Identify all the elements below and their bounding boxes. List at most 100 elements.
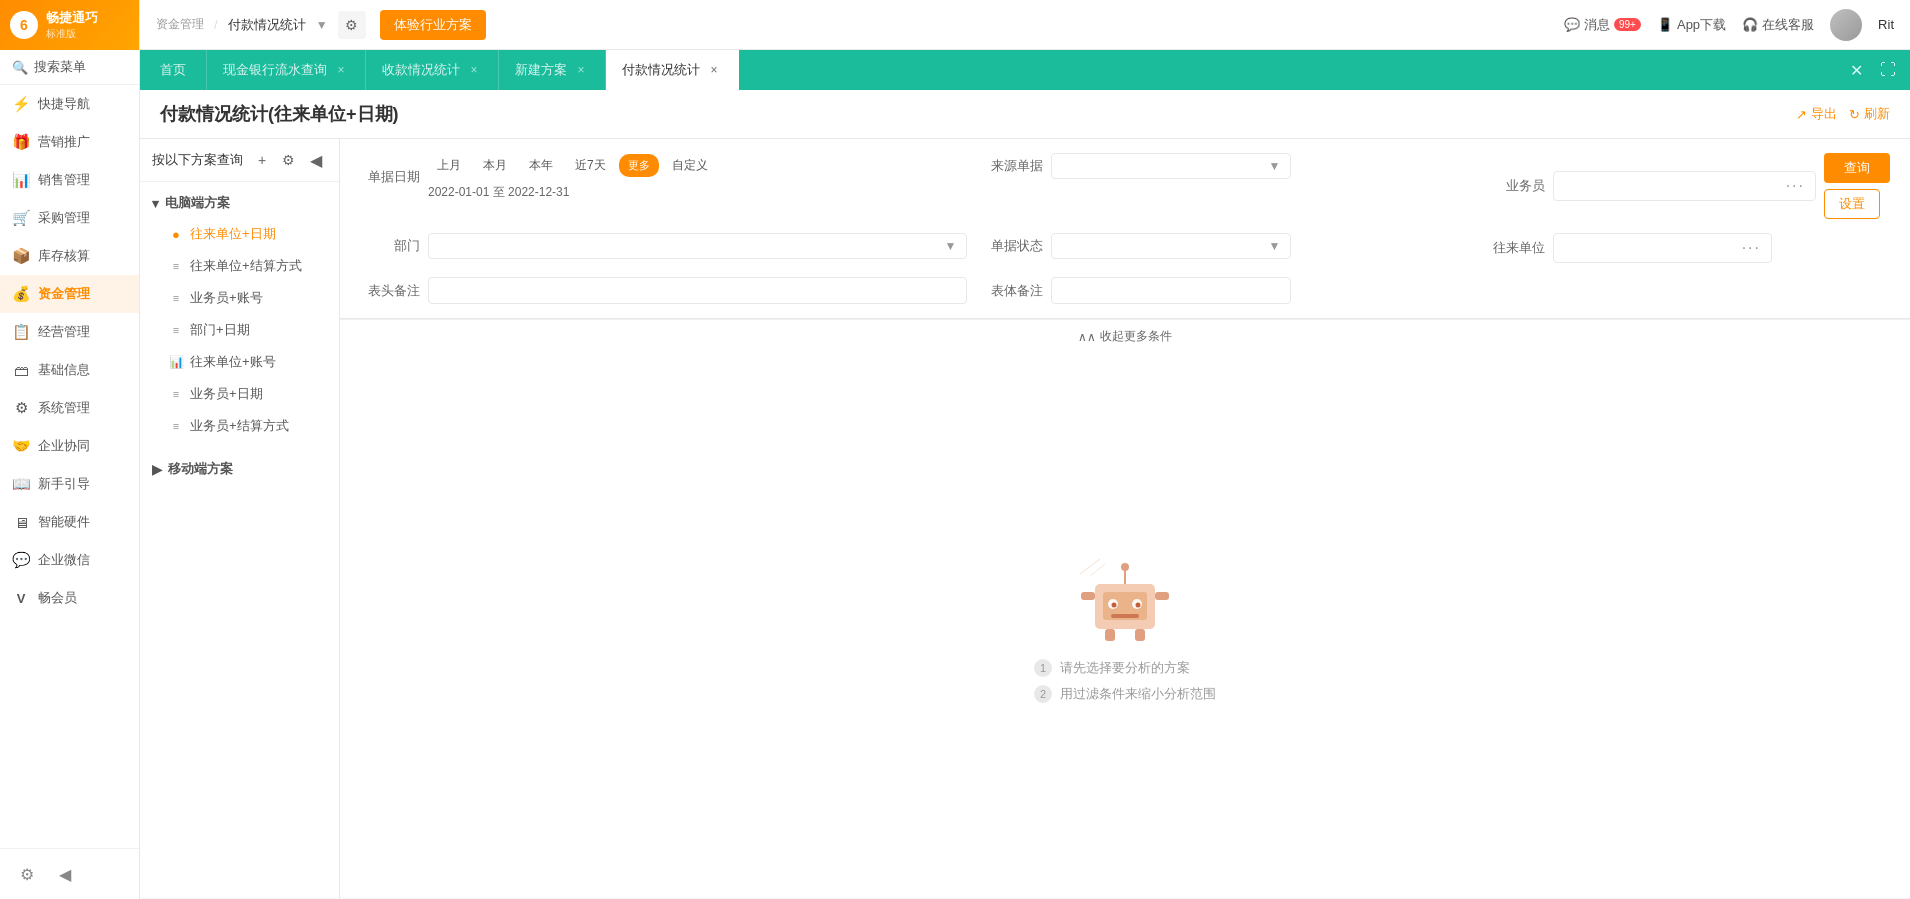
tip-num-2: 2	[1034, 685, 1052, 703]
right-panel: 单据日期 上月 本月 本年 近7天 更多 自定义 20	[340, 139, 1910, 898]
sidebar-collapse-button[interactable]: ◀	[50, 859, 80, 889]
sidebar-item-enterprise[interactable]: 🤝 企业协同	[0, 427, 139, 465]
sidebar-item-marketing[interactable]: 🎁 营销推广	[0, 123, 139, 161]
online-service-button[interactable]: 🎧 在线客服	[1742, 16, 1814, 34]
left-panel-collapse-button[interactable]: ◀	[305, 149, 327, 171]
status-select[interactable]: ▼	[1051, 233, 1291, 259]
sidebar-item-hardware[interactable]: 🖥 智能硬件	[0, 503, 139, 541]
query-button[interactable]: 查询	[1824, 153, 1890, 183]
topbar-right: 💬 消息 99+ 📱 App下载 🎧 在线客服 Rit	[1564, 9, 1894, 41]
sidebar-item-purchase[interactable]: 🛒 采购管理	[0, 199, 139, 237]
collapse-more-button[interactable]: ∧∧ 收起更多条件	[340, 319, 1910, 353]
mobile-scheme-section-header[interactable]: ▶ 移动端方案	[140, 454, 339, 484]
date-btn-this-month[interactable]: 本月	[474, 153, 516, 178]
date-btn-last-month[interactable]: 上月	[428, 153, 470, 178]
finance-icon: 💰	[12, 285, 30, 303]
scheme-chart-icon: 📊	[168, 354, 184, 370]
dept-filter-group: 部门 ▼	[360, 233, 967, 259]
sidebar-item-vip[interactable]: V 畅会员	[0, 579, 139, 617]
sidebar-item-label: 经营管理	[38, 323, 90, 341]
tab-payment[interactable]: 付款情况统计 ×	[606, 50, 739, 90]
topbar: 资金管理 / 付款情况统计 ▼ ⚙ 体验行业方案 💬 消息 99+ 📱 App下…	[140, 0, 1910, 50]
message-button[interactable]: 💬 消息 99+	[1564, 16, 1641, 34]
tab-maximize-button[interactable]: ⛶	[1876, 58, 1900, 82]
app-download-button[interactable]: 📱 App下载	[1657, 16, 1726, 34]
scheme-item-staff-payment[interactable]: ≡ 业务员+结算方式	[140, 410, 339, 442]
body-note-label: 表体备注	[983, 282, 1043, 300]
mobile-scheme-arrow-icon: ▶	[152, 462, 162, 477]
sidebar-item-label: 库存核算	[38, 247, 90, 265]
tab-new-scheme-label: 新建方案	[515, 61, 567, 79]
sidebar-search-label: 搜索菜单	[34, 58, 86, 76]
partner-select[interactable]: ···	[1553, 233, 1772, 263]
sidebar-item-system[interactable]: ⚙ 系统管理	[0, 389, 139, 427]
sidebar-footer: ⚙ ◀	[0, 848, 139, 899]
user-avatar[interactable]	[1830, 9, 1862, 41]
scheme-settings-button[interactable]: ⚙	[277, 149, 299, 171]
scheme-item-staff-account[interactable]: ≡ 业务员+账号	[140, 282, 339, 314]
sidebar-item-inventory[interactable]: 📦 库存核算	[0, 237, 139, 275]
sidebar-item-operation[interactable]: 📋 经营管理	[0, 313, 139, 351]
scheme-item-icon: ≡	[168, 258, 184, 274]
add-scheme-button[interactable]: +	[251, 149, 273, 171]
sidebar-item-basic[interactable]: 🗃 基础信息	[0, 351, 139, 389]
tab-close-all-button[interactable]: ✕	[1844, 58, 1868, 82]
tab-cash-flow-close[interactable]: ×	[333, 62, 349, 78]
scheme-item-dept-date[interactable]: ≡ 部门+日期	[140, 314, 339, 346]
tab-new-scheme[interactable]: 新建方案 ×	[499, 50, 606, 90]
export-button[interactable]: ↗ 导出	[1796, 105, 1837, 123]
purchase-icon: 🛒	[12, 209, 30, 227]
system-icon: ⚙	[12, 399, 30, 417]
sidebar-item-label: 营销推广	[38, 133, 90, 151]
scheme-item-staff-date[interactable]: ≡ 业务员+日期	[140, 378, 339, 410]
sidebar-search[interactable]: 🔍 搜索菜单	[0, 50, 139, 85]
app-icon: 📱	[1657, 17, 1673, 32]
tab-receipt[interactable]: 收款情况统计 ×	[366, 50, 499, 90]
date-btn-more[interactable]: 更多	[619, 154, 659, 177]
scheme-section-arrow-icon: ▾	[152, 196, 159, 211]
tab-receipt-close[interactable]: ×	[466, 62, 482, 78]
scheme-item-icon: ≡	[168, 290, 184, 306]
svg-point-4	[1112, 602, 1117, 607]
sidebar-item-sales[interactable]: 📊 销售管理	[0, 161, 139, 199]
sidebar: 6 畅捷通巧 标准版 🔍 搜索菜单 ⚡ 快捷导航 🎁 营销推广 📊 销售管理 🛒…	[0, 0, 140, 899]
topbar-settings-button[interactable]: ⚙	[338, 11, 366, 39]
scheme-item-partner-payment[interactable]: ≡ 往来单位+结算方式	[140, 250, 339, 282]
dept-select[interactable]: ▼	[428, 233, 967, 259]
tab-payment-close[interactable]: ×	[706, 62, 722, 78]
empty-tips: 1 请先选择要分析的方案 2 用过滤条件来缩小分析范围	[1034, 659, 1216, 703]
tab-home[interactable]: 首页	[140, 50, 207, 90]
trial-button[interactable]: 体验行业方案	[380, 10, 486, 40]
date-filter-content: 上月 本月 本年 近7天 更多 自定义 2022-01-01 至 2022-12…	[428, 153, 967, 201]
header-note-input[interactable]	[428, 277, 967, 304]
tip-text-1: 请先选择要分析的方案	[1060, 659, 1190, 677]
staff-select[interactable]: ···	[1553, 171, 1816, 201]
pc-scheme-section-header[interactable]: ▾ 电脑端方案	[140, 188, 339, 218]
svg-line-14	[1090, 564, 1105, 576]
sidebar-item-wechat[interactable]: 💬 企业微信	[0, 541, 139, 579]
topbar-arrow-icon: ▼	[316, 18, 328, 32]
scheme-item-partner-account[interactable]: 📊 往来单位+账号	[140, 346, 339, 378]
refresh-button[interactable]: ↻ 刷新	[1849, 105, 1890, 123]
empty-state: 1 请先选择要分析的方案 2 用过滤条件来缩小分析范围	[340, 353, 1910, 898]
filter-settings-button[interactable]: 设置	[1824, 189, 1880, 219]
quick-nav-icon: ⚡	[12, 95, 30, 113]
sidebar-item-guide[interactable]: 📖 新手引导	[0, 465, 139, 503]
body-note-input[interactable]	[1051, 277, 1291, 304]
body-note-filter-group: 表体备注	[983, 277, 1469, 304]
tab-cash-flow[interactable]: 现金银行流水查询 ×	[207, 50, 366, 90]
sidebar-header: 6 畅捷通巧 标准版	[0, 0, 139, 50]
date-btn-this-year[interactable]: 本年	[520, 153, 562, 178]
sidebar-item-label: 企业协同	[38, 437, 90, 455]
sidebar-item-finance[interactable]: 💰 资金管理	[0, 275, 139, 313]
sidebar-item-label: 畅会员	[38, 589, 77, 607]
date-btn-custom[interactable]: 自定义	[663, 153, 717, 178]
date-btn-last-7[interactable]: 近7天	[566, 153, 615, 178]
empty-tip-1: 1 请先选择要分析的方案	[1034, 659, 1216, 677]
sidebar-item-quick-nav[interactable]: ⚡ 快捷导航	[0, 85, 139, 123]
service-label: 在线客服	[1762, 16, 1814, 34]
tab-new-scheme-close[interactable]: ×	[573, 62, 589, 78]
scheme-item-partner-date[interactable]: ● 往来单位+日期	[140, 218, 339, 250]
sidebar-settings-button[interactable]: ⚙	[12, 859, 42, 889]
source-select[interactable]: ▼	[1051, 153, 1291, 179]
